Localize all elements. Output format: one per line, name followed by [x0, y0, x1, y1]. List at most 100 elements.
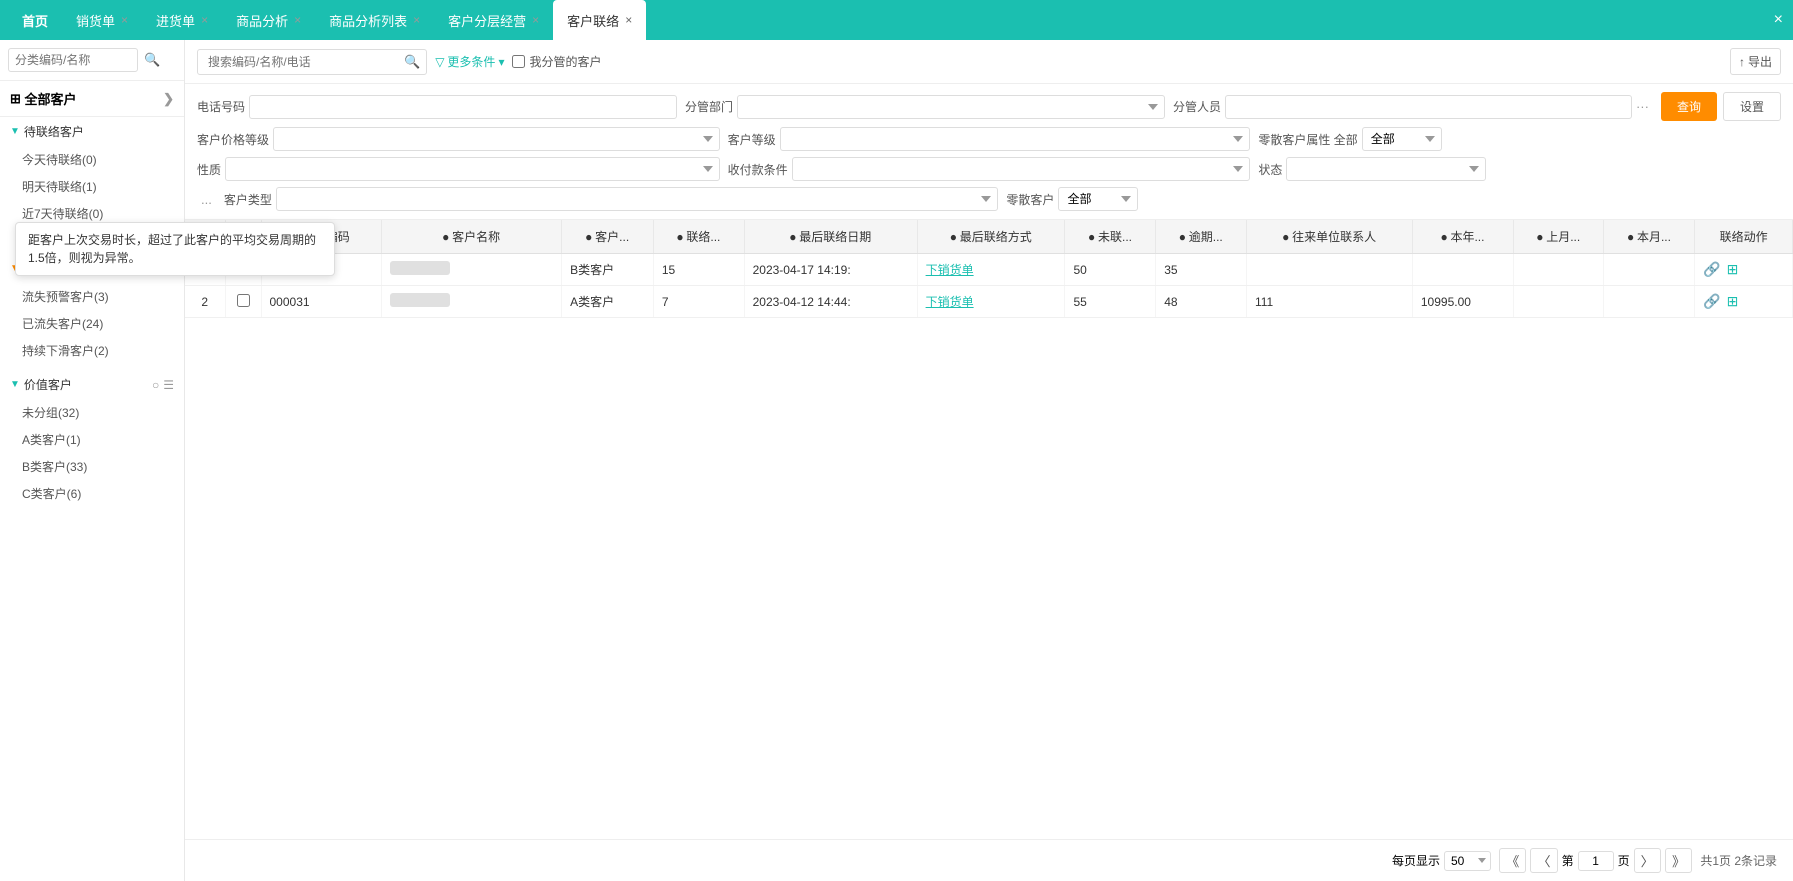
- value-customers-title[interactable]: ▼ 价值客户 ○ ☰: [0, 370, 184, 399]
- action-grid-icon-2[interactable]: ⊞: [1727, 293, 1739, 310]
- cell-check-2: [225, 286, 261, 318]
- close-analysis-list-tab[interactable]: ×: [413, 13, 420, 27]
- filter-row-4: ... 客户类型 零散客户 全部: [197, 187, 1781, 211]
- sidebar-search-input[interactable]: [8, 48, 138, 72]
- customer-level-select[interactable]: [780, 127, 1251, 151]
- value-customers-edit-icon[interactable]: ○: [152, 378, 159, 392]
- value-customers-settings-icon[interactable]: ☰: [163, 378, 174, 392]
- nav-customer-contact[interactable]: 客户联络 ×: [553, 0, 646, 40]
- sidebar-item-today[interactable]: 今天待联络(0): [0, 146, 184, 173]
- sidebar-item-tomorrow[interactable]: 明天待联络(1): [0, 173, 184, 200]
- sidebar: 🔍 ⊞ 全部客户 ❯ ▼ 待联络客户 今天待联络(0) 明天待联络(1) 近7天…: [0, 40, 185, 881]
- cell-this-month-1: [1604, 254, 1695, 286]
- th-overdue[interactable]: ⦁ 逾期...: [1156, 220, 1247, 254]
- nav-analysis-list[interactable]: 商品分析列表 ×: [315, 0, 434, 40]
- filter-icon: ▽: [435, 55, 444, 69]
- cell-last-method-2: 下销货单: [917, 286, 1065, 318]
- next-page-btn[interactable]: 〉: [1634, 848, 1661, 873]
- last-page-btn[interactable]: 》: [1665, 848, 1692, 873]
- sidebar-item-loss-warning[interactable]: 流失预警客户(3): [0, 283, 184, 310]
- filter-more-dots[interactable]: ...: [197, 192, 216, 207]
- toolbar: 🔍 ▽ 更多条件 ▾ 我分管的客户 ↑ 导出: [185, 40, 1793, 84]
- th-last-month[interactable]: ⦁ 上月...: [1513, 220, 1604, 254]
- my-customer-checkbox[interactable]: [512, 55, 525, 68]
- value-customers-section: ▼ 价值客户 ○ ☰ 未分组(32) A类客户(1) B类客户(33) C类客户…: [0, 370, 184, 507]
- close-sales-tab[interactable]: ×: [121, 13, 128, 27]
- th-last-method[interactable]: ⦁ 最后联络方式: [917, 220, 1065, 254]
- gender-select[interactable]: [225, 157, 720, 181]
- search-btn[interactable]: 🔍: [404, 54, 420, 70]
- th-unit-contact[interactable]: ⦁ 往来单位联系人: [1246, 220, 1412, 254]
- retail-attr-select[interactable]: 全部: [1362, 127, 1442, 151]
- sidebar-item-c-class[interactable]: C类客户(6): [0, 480, 184, 507]
- retail-customer-select[interactable]: 全部: [1058, 187, 1138, 211]
- search-input[interactable]: [204, 50, 404, 74]
- blurred-name-1: [390, 261, 450, 275]
- cell-name-1: [381, 254, 561, 286]
- per-page-selector: 每页显示 10 20 50 100: [1392, 851, 1491, 871]
- close-customer-contact-tab[interactable]: ×: [625, 13, 632, 27]
- close-analysis-tab[interactable]: ×: [294, 13, 301, 27]
- window-close-btn[interactable]: ×: [1774, 11, 1783, 29]
- close-customer-manage-tab[interactable]: ×: [532, 13, 539, 27]
- last-method-link-2[interactable]: 下销货单: [926, 295, 974, 309]
- department-select[interactable]: [737, 95, 1165, 119]
- sidebar-item-b-class[interactable]: B类客户(33): [0, 453, 184, 480]
- phone-input[interactable]: [249, 95, 677, 119]
- th-level[interactable]: ⦁ 客户...: [562, 220, 654, 254]
- th-uncontacted[interactable]: ⦁ 未联...: [1065, 220, 1156, 254]
- cell-name-2: [381, 286, 561, 318]
- th-this-year[interactable]: ⦁ 本年...: [1412, 220, 1513, 254]
- filter-payment: 收付款条件: [728, 157, 1251, 181]
- th-this-month[interactable]: ⦁ 本月...: [1604, 220, 1695, 254]
- cell-level-1: B类客户: [562, 254, 654, 286]
- nav-analysis[interactable]: 商品分析 ×: [222, 0, 315, 40]
- nav-sales[interactable]: 销货单 ×: [62, 0, 142, 40]
- cell-this-year-1: [1412, 254, 1513, 286]
- table-area: ⚙ ⦁ 客户编码 ⦁ 客户名称: [185, 220, 1793, 839]
- abnormal-tooltip: 距客户上次交易时长，超过了此客户的平均交易周期的1.5倍，则视为异常。: [15, 222, 185, 276]
- status-select[interactable]: [1286, 157, 1486, 181]
- first-page-btn[interactable]: 《: [1499, 848, 1526, 873]
- action-grid-icon-1[interactable]: ⊞: [1727, 261, 1739, 278]
- sidebar-item-lost[interactable]: 已流失客户(24): [0, 310, 184, 337]
- cell-overdue-1: 35: [1156, 254, 1247, 286]
- cell-actions-2: 🔗 ⊞: [1695, 286, 1793, 318]
- pending-contact-title[interactable]: ▼ 待联络客户: [0, 117, 184, 146]
- more-filters-btn[interactable]: ▽ 更多条件 ▾: [435, 53, 504, 70]
- sidebar-collapse-btn[interactable]: ❯: [163, 91, 174, 107]
- th-contact[interactable]: ⦁ 联络...: [653, 220, 744, 254]
- query-btn[interactable]: 查询: [1661, 92, 1717, 121]
- cell-overdue-2: 48: [1156, 286, 1247, 318]
- sidebar-item-a-class[interactable]: A类客户(1): [0, 426, 184, 453]
- th-last-date[interactable]: ⦁ 最后联络日期: [744, 220, 917, 254]
- nav-home[interactable]: 首页: [8, 0, 62, 40]
- per-page-select[interactable]: 10 20 50 100: [1444, 851, 1491, 871]
- sidebar-content: ⊞ 全部客户 ❯ ▼ 待联络客户 今天待联络(0) 明天待联络(1) 近7天待联…: [0, 81, 184, 881]
- export-btn[interactable]: ↑ 导出: [1730, 48, 1781, 75]
- price-level-select[interactable]: [273, 127, 720, 151]
- sidebar-search-icon[interactable]: 🔍: [144, 52, 160, 68]
- prev-page-btn[interactable]: 〈: [1530, 848, 1557, 873]
- th-name[interactable]: ⦁ 客户名称: [381, 220, 561, 254]
- all-customers-header[interactable]: ⊞ 全部客户 ❯: [0, 81, 184, 117]
- nav-purchase[interactable]: 进货单 ×: [142, 0, 222, 40]
- page-navigation: 《 〈 第 页 〉 》: [1499, 848, 1692, 873]
- close-purchase-tab[interactable]: ×: [201, 13, 208, 27]
- cell-num-2: 2: [185, 286, 225, 318]
- sidebar-item-declining[interactable]: 持续下滑客户(2): [0, 337, 184, 364]
- settings-btn[interactable]: 设置: [1723, 92, 1781, 121]
- action-link-icon-2[interactable]: 🔗: [1703, 293, 1720, 310]
- cell-level-2: A类客户: [562, 286, 654, 318]
- customer-type-select[interactable]: [276, 187, 999, 211]
- sidebar-item-ungrouped[interactable]: 未分组(32): [0, 399, 184, 426]
- manager-input[interactable]: [1225, 95, 1632, 119]
- payment-select[interactable]: [792, 157, 1251, 181]
- page-input[interactable]: [1578, 851, 1614, 871]
- last-method-link-1[interactable]: 下销货单: [926, 263, 974, 277]
- nav-customer-manage[interactable]: 客户分层经营 ×: [434, 0, 553, 40]
- row-2-checkbox[interactable]: [237, 294, 250, 307]
- chevron-down-icon: ▾: [498, 55, 504, 69]
- action-link-icon-1[interactable]: 🔗: [1703, 261, 1720, 278]
- manager-more-dots[interactable]: ···: [1632, 99, 1653, 114]
